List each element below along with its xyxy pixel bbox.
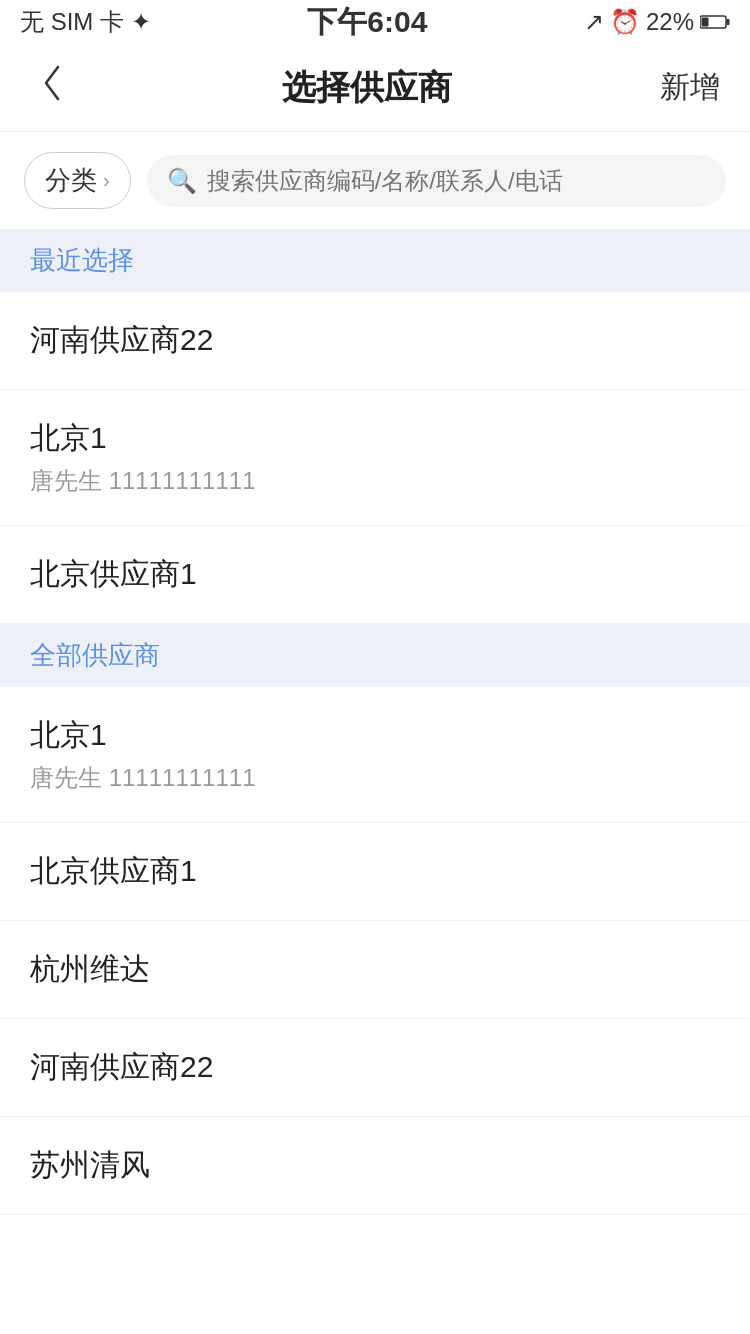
item-name: 河南供应商22 — [30, 320, 720, 361]
add-button[interactable]: 新增 — [660, 67, 720, 108]
item-name: 苏州清风 — [30, 1145, 720, 1186]
category-button[interactable]: 分类 › — [24, 152, 131, 209]
item-name: 河南供应商22 — [30, 1047, 720, 1088]
status-left: 无 SIM 卡 ✦ — [20, 6, 151, 38]
list-item[interactable]: 苏州清风 — [0, 1117, 750, 1215]
item-name: 北京供应商1 — [30, 554, 720, 595]
filter-bar: 分类 › 🔍 — [0, 132, 750, 229]
search-input[interactable] — [207, 167, 706, 195]
list-item[interactable]: 河南供应商22 — [0, 1019, 750, 1117]
item-name: 北京1 — [30, 418, 720, 459]
sim-status: 无 SIM 卡 ✦ — [20, 6, 151, 38]
chevron-right-icon: › — [103, 169, 110, 192]
list-item[interactable]: 杭州维达 — [0, 921, 750, 1019]
item-name: 北京1 — [30, 715, 720, 756]
list-item[interactable]: 河南供应商22 — [0, 292, 750, 390]
status-right: ↗ ⏰ 22% — [584, 8, 730, 36]
nav-bar: 选择供应商 新增 — [0, 44, 750, 132]
svg-rect-2 — [701, 18, 708, 27]
status-time: 下午6:04 — [307, 2, 427, 43]
item-name: 杭州维达 — [30, 949, 720, 990]
item-name: 北京供应商1 — [30, 851, 720, 892]
status-bar: 无 SIM 卡 ✦ 下午6:04 ↗ ⏰ 22% — [0, 0, 750, 44]
section-header-all: 全部供应商 — [0, 624, 750, 687]
list-item[interactable]: 北京1 唐先生 11111111111 — [0, 687, 750, 823]
section-header-recent: 最近选择 — [0, 229, 750, 292]
item-sub: 唐先生 11111111111 — [30, 465, 720, 497]
battery-percent: 22% — [646, 8, 694, 36]
page-title: 选择供应商 — [282, 65, 452, 111]
list-item[interactable]: 北京供应商1 — [0, 823, 750, 921]
supplier-list: 最近选择河南供应商22 北京1 唐先生 11111111111 北京供应商1 全部供应商… — [0, 229, 750, 1215]
search-box: 🔍 — [147, 155, 726, 207]
battery-icon — [700, 8, 730, 36]
location-icon: ↗ — [584, 8, 604, 36]
svg-rect-1 — [726, 19, 729, 25]
category-label: 分类 — [45, 163, 97, 198]
list-item[interactable]: 北京1 唐先生 11111111111 — [0, 390, 750, 526]
item-sub: 唐先生 11111111111 — [30, 762, 720, 794]
list-item[interactable]: 北京供应商1 — [0, 526, 750, 624]
back-button[interactable] — [30, 53, 74, 122]
search-icon: 🔍 — [167, 167, 197, 195]
alarm-icon: ⏰ — [610, 8, 640, 36]
